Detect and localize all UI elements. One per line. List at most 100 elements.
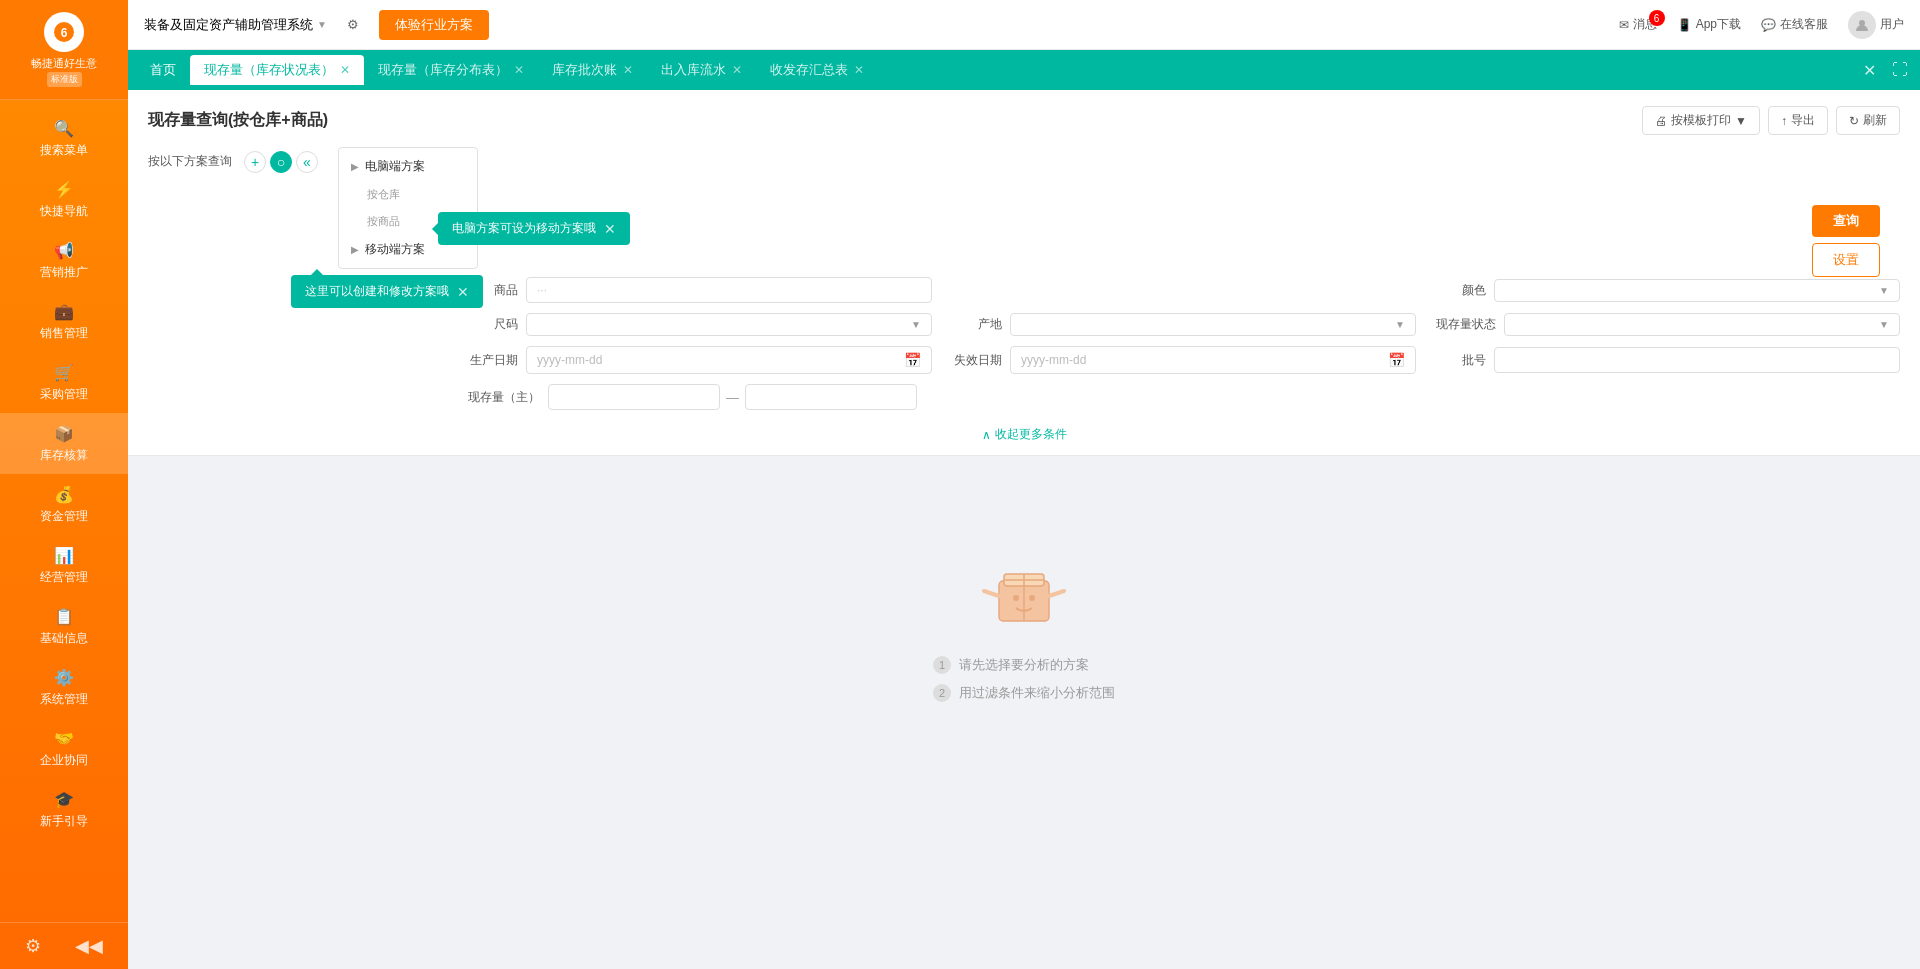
expiry-date-placeholder: yyyy-mm-dd (1021, 353, 1086, 367)
logo-text: 畅捷通好生意 (31, 56, 97, 70)
refresh-btn[interactable]: ↻ 刷新 (1836, 106, 1900, 135)
tab-close-all-btn[interactable]: ✕ (1859, 61, 1880, 80)
form-item-color: 颜色 ▼ (1436, 277, 1900, 303)
tooltip-edit-close[interactable]: ✕ (457, 284, 469, 300)
trial-btn[interactable]: 体验行业方案 (379, 10, 489, 40)
sidebar-item-purchase-label: 采购管理 (40, 386, 88, 403)
filter-back-btn[interactable]: « (296, 151, 318, 173)
enterprise-icon: 🤝 (54, 728, 74, 748)
sidebar-item-finance[interactable]: 💰 资金管理 (0, 474, 128, 535)
size-label: 尺码 (468, 316, 518, 333)
sidebar-item-quicknav[interactable]: ⚡ 快捷导航 (0, 169, 128, 230)
tab-inventory-status[interactable]: 现存量（库存状况表） ✕ (190, 55, 364, 85)
form-item-goods: 商品 ··· (468, 277, 932, 303)
sales-icon: 💼 (54, 301, 74, 321)
sidebar-item-baseinfo[interactable]: 📋 基础信息 (0, 596, 128, 657)
quicknav-icon: ⚡ (54, 179, 74, 199)
top-header: 装备及固定资产辅助管理系统 ▼ ⚙ 体验行业方案 ✉ 消息 6 📱 App下载 … (128, 0, 1920, 50)
size-select-arrow: ▼ (911, 319, 921, 330)
tooltip-pc-close[interactable]: ✕ (604, 221, 616, 237)
prod-date-placeholder: yyyy-mm-dd (537, 353, 602, 367)
batch-input[interactable] (1494, 347, 1900, 373)
tab-inout[interactable]: 出入库流水 ✕ (647, 55, 756, 85)
tab-inventory-dist-close[interactable]: ✕ (514, 63, 524, 77)
scheme-container: ▶ 电脑端方案 按仓库 按商品 ▶ 移动端方案 (338, 147, 478, 269)
filter-label: 按以下方案查询 (148, 147, 232, 170)
sidebar-settings-btn[interactable]: ⚙ (25, 935, 41, 957)
scheme-item-pc[interactable]: ▶ 电脑端方案 (339, 152, 477, 181)
print-icon: 🖨 (1655, 114, 1667, 128)
sidebar-item-search[interactable]: 🔍 搜索菜单 (0, 108, 128, 169)
online-support-btn[interactable]: 💬 在线客服 (1761, 16, 1828, 33)
sidebar-item-inventory-label: 库存核算 (40, 447, 88, 464)
scheme-list: ▶ 电脑端方案 按仓库 按商品 ▶ 移动端方案 (338, 147, 478, 269)
expiry-date-input[interactable]: yyyy-mm-dd 📅 (1010, 346, 1416, 374)
tab-batch-close[interactable]: ✕ (623, 63, 633, 77)
tab-inventory-status-close[interactable]: ✕ (340, 63, 350, 77)
tab-controls: ✕ ⛶ (1859, 61, 1912, 80)
tab-inventory-dist[interactable]: 现存量（库存分布表） ✕ (364, 55, 538, 85)
expiry-date-calendar-icon: 📅 (1388, 352, 1405, 368)
tooltip-pc-text: 电脑方案可设为移动方案哦 (452, 220, 596, 237)
empty-steps: 1 请先选择要分析的方案 2 用过滤条件来缩小分析范围 (933, 656, 1115, 702)
sidebar-item-guide[interactable]: 🎓 新手引导 (0, 779, 128, 840)
stock-qty-min-input[interactable] (548, 384, 720, 410)
message-btn[interactable]: ✉ 消息 6 (1619, 16, 1657, 33)
stock-status-select[interactable]: ▼ (1504, 313, 1900, 336)
message-badge: 6 (1649, 10, 1665, 26)
sidebar-item-marketing[interactable]: 📢 营销推广 (0, 230, 128, 291)
sidebar-collapse-btn[interactable]: ◀◀ (75, 935, 103, 957)
app-download-btn[interactable]: 📱 App下载 (1677, 16, 1741, 33)
header-settings-btn[interactable]: ⚙ (339, 11, 367, 39)
form-grid-row4: 现存量（主） — (468, 384, 1900, 410)
export-btn[interactable]: ↑ 导出 (1768, 106, 1828, 135)
form-item-stock-qty: 现存量（主） — (468, 384, 917, 410)
sidebar-item-enterprise[interactable]: 🤝 企业协同 (0, 718, 128, 779)
scheme-item-warehouse[interactable]: 按仓库 (339, 181, 477, 208)
size-select[interactable]: ▼ (526, 313, 932, 336)
tooltip-pc: 电脑方案可设为移动方案哦 ✕ (438, 212, 630, 245)
phone-icon: 📱 (1677, 18, 1692, 32)
filter-add-btn[interactable]: + (244, 151, 266, 173)
empty-illustration (974, 536, 1074, 636)
logo-area: 6 畅捷通好生意 标准版 (0, 0, 128, 100)
form-item-expiry-date: 失效日期 yyyy-mm-dd 📅 (952, 346, 1416, 374)
prod-date-label: 生产日期 (468, 352, 518, 369)
user-menu[interactable]: 用户 (1848, 11, 1904, 39)
stock-qty-sep: — (726, 390, 739, 405)
color-select[interactable]: ▼ (1494, 279, 1900, 302)
form-item-size: 尺码 ▼ (468, 313, 932, 336)
tab-batch[interactable]: 库存批次账 ✕ (538, 55, 647, 85)
page-title: 现存量查询(按仓库+商品) (148, 110, 328, 131)
user-avatar (1848, 11, 1876, 39)
tab-summary[interactable]: 收发存汇总表 ✕ (756, 55, 878, 85)
sidebar-item-system[interactable]: ⚙️ 系统管理 (0, 657, 128, 718)
sidebar-item-inventory[interactable]: 📦 库存核算 (0, 413, 128, 474)
sidebar-bottom: ⚙ ◀◀ (0, 922, 128, 969)
form-item-batch: 批号 (1436, 346, 1900, 374)
reset-btn[interactable]: 设置 (1812, 243, 1880, 277)
filter-edit-btn[interactable]: ○ (270, 151, 292, 173)
search-btn[interactable]: 查询 (1812, 205, 1880, 237)
print-btn[interactable]: 🖨 按模板打印 ▼ (1642, 106, 1760, 135)
tab-fullscreen-btn[interactable]: ⛶ (1888, 61, 1912, 79)
stock-qty-max-input[interactable] (745, 384, 917, 410)
system-selector[interactable]: 装备及固定资产辅助管理系统 ▼ (144, 16, 327, 34)
system-icon: ⚙️ (54, 667, 74, 687)
svg-text:6: 6 (61, 26, 68, 40)
goods-input[interactable]: ··· (526, 277, 932, 303)
sidebar-item-purchase[interactable]: 🛒 采购管理 (0, 352, 128, 413)
sidebar-item-sales[interactable]: 💼 销售管理 (0, 291, 128, 352)
header-left: 装备及固定资产辅助管理系统 ▼ ⚙ 体验行业方案 (144, 10, 489, 40)
operations-icon: 📊 (54, 545, 74, 565)
tab-home[interactable]: 首页 (136, 55, 190, 85)
step-2-num: 2 (933, 684, 951, 702)
collapse-btn[interactable]: ∧ 收起更多条件 (982, 426, 1067, 443)
prod-date-input[interactable]: yyyy-mm-dd 📅 (526, 346, 932, 374)
system-title: 装备及固定资产辅助管理系统 (144, 16, 313, 34)
sidebar-item-guide-label: 新手引导 (40, 813, 88, 830)
tab-inout-close[interactable]: ✕ (732, 63, 742, 77)
origin-select[interactable]: ▼ (1010, 313, 1416, 336)
sidebar-item-operations[interactable]: 📊 经营管理 (0, 535, 128, 596)
tab-summary-close[interactable]: ✕ (854, 63, 864, 77)
